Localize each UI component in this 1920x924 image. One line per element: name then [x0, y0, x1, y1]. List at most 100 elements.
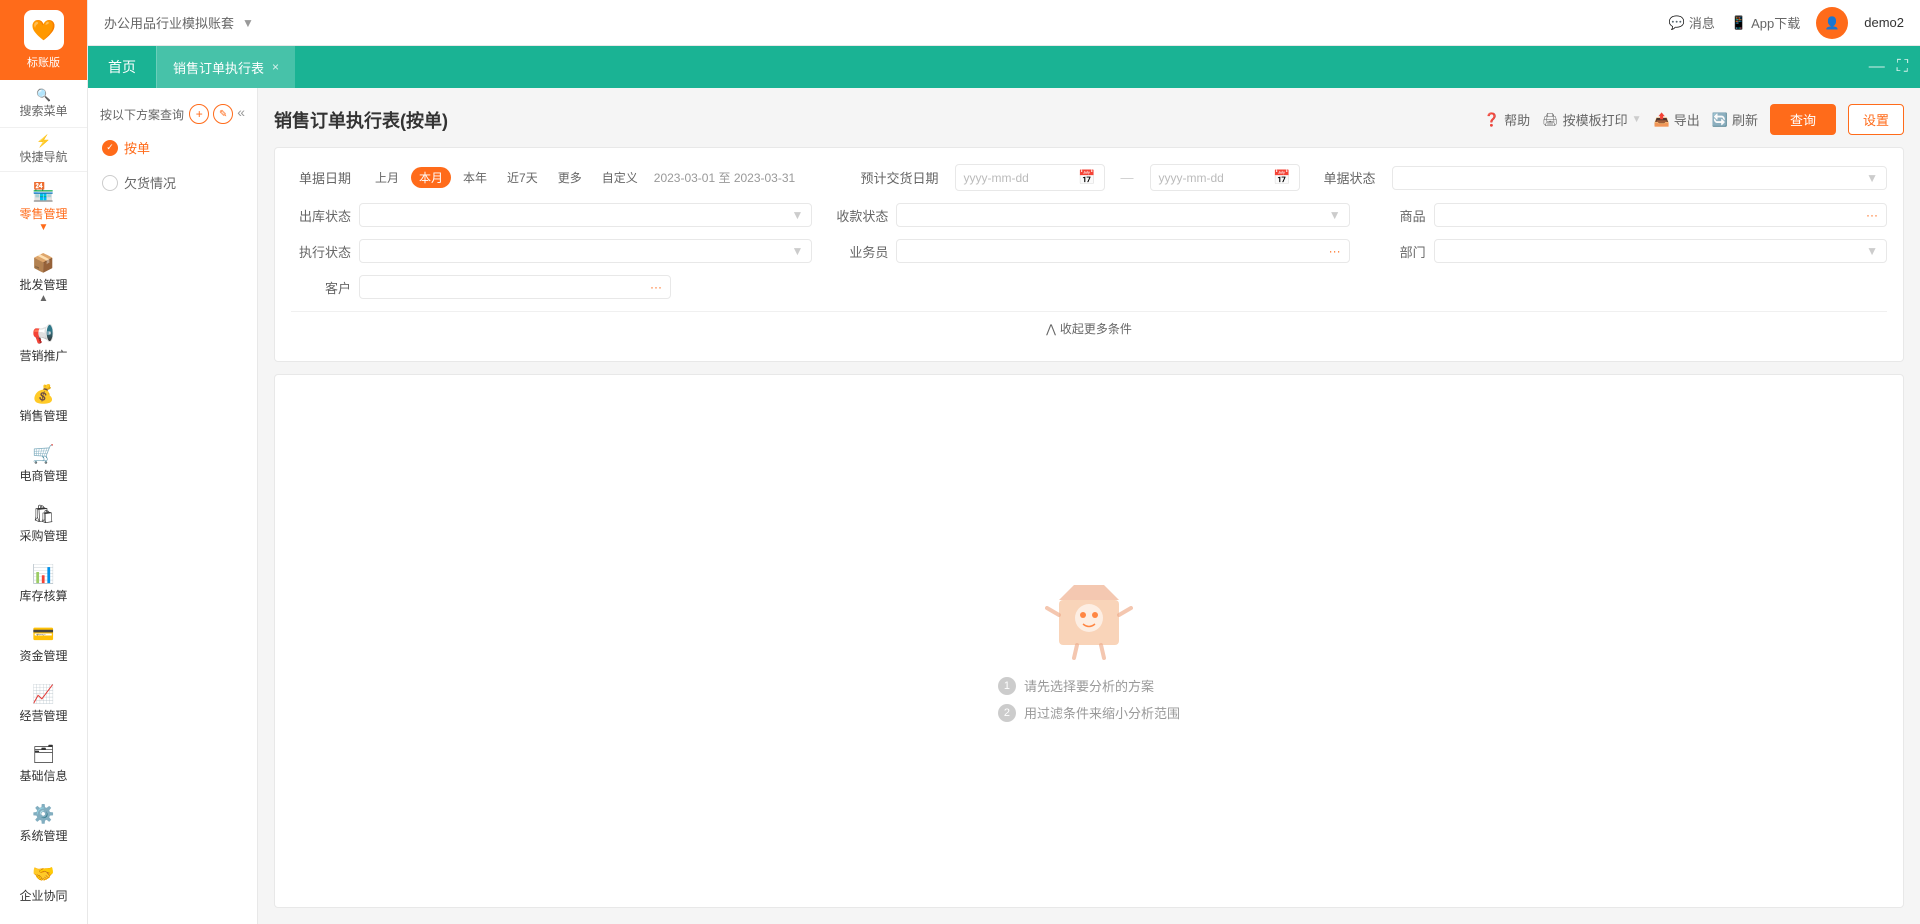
- dept-chevron: ▼: [1866, 244, 1878, 258]
- query-button[interactable]: 查询: [1770, 104, 1836, 135]
- tip-num-2: 2: [998, 704, 1016, 722]
- print-chevron[interactable]: ▼: [1632, 114, 1642, 125]
- expand-icon2: ▲: [39, 293, 49, 304]
- print-button[interactable]: 🖨 按模板打印 ▼: [1542, 110, 1641, 129]
- date-tab-custom[interactable]: 自定义: [594, 167, 646, 188]
- page-title: 销售订单执行表(按单): [274, 107, 448, 133]
- scheme-by-order[interactable]: ✓ 按单: [88, 130, 257, 165]
- enterprise-label: 企业协同: [19, 887, 67, 904]
- message-icon: 💬: [1669, 15, 1685, 31]
- sales-icon: 💰: [32, 384, 54, 405]
- top-header: 办公用品行业模拟账套 ▼ 💬 消息 📱 App下载 👤 demo2: [88, 0, 1920, 46]
- receipt-status-select[interactable]: ▼: [896, 203, 1349, 227]
- search-icon: 🔍: [36, 88, 51, 102]
- help-button[interactable]: ❓ 帮助: [1484, 110, 1530, 129]
- user-name[interactable]: demo2: [1864, 15, 1904, 30]
- sidebar-item-newbie[interactable]: 🌟 新手引导: [0, 914, 87, 924]
- salesperson-dots: ···: [1329, 244, 1341, 258]
- scheme-debt[interactable]: 欠货情况: [88, 165, 257, 200]
- date-tab-lastmonth[interactable]: 上月: [367, 167, 407, 188]
- sidebar-item-system[interactable]: ⚙️ 系统管理: [0, 794, 87, 854]
- retail-label: 零售管理: [19, 205, 67, 222]
- product-dots: ···: [1866, 208, 1878, 222]
- sidebar-quick-nav[interactable]: ⚡ 快捷导航: [0, 128, 87, 172]
- tab-sales-order[interactable]: 销售订单执行表 ×: [156, 46, 295, 88]
- sidebar-item-inventory[interactable]: 📊 库存核算: [0, 554, 87, 614]
- tab-home[interactable]: 首页: [88, 46, 156, 88]
- export-button[interactable]: 📤 导出: [1654, 110, 1700, 129]
- minimize-button[interactable]: —: [1869, 58, 1885, 76]
- out-status-select[interactable]: ▼: [359, 203, 812, 227]
- sidebar-item-operations[interactable]: 📈 经营管理: [0, 674, 87, 734]
- header-right: 💬 消息 📱 App下载 👤 demo2: [1669, 7, 1904, 39]
- suite-dropdown-icon[interactable]: ▼: [242, 16, 254, 30]
- ecommerce-icon: 🛒: [32, 444, 54, 465]
- dept-label: 部门: [1366, 242, 1426, 261]
- left-panel-title: 按以下方案查询: [100, 106, 184, 123]
- logo-icon: 🧡: [24, 10, 64, 50]
- sidebar-item-basic[interactable]: 🗂 基础信息: [0, 734, 87, 794]
- tab-bar: 首页 销售订单执行表 × — ⛶: [88, 46, 1920, 88]
- sidebar-search[interactable]: 🔍 搜索菜单: [0, 80, 87, 128]
- sidebar-item-wholesale[interactable]: 📦 批发管理 ▲: [0, 243, 87, 314]
- sidebar-item-finance[interactable]: 💳 资金管理: [0, 614, 87, 674]
- print-icon: 🖨: [1542, 112, 1559, 128]
- dept-select[interactable]: ▼: [1434, 239, 1887, 263]
- sidebar-item-sales[interactable]: 💰 销售管理: [0, 374, 87, 434]
- page-title-row: 销售订单执行表(按单) ❓ 帮助 🖨 按模板打印 ▼ 📤 导出: [274, 104, 1904, 135]
- logo-text: 标账版: [27, 54, 60, 70]
- operations-label: 经营管理: [19, 707, 67, 724]
- date-tab-thismonth[interactable]: 本月: [411, 167, 451, 188]
- receipt-status-section: 收款状态 ▼: [828, 203, 1349, 227]
- purchase-label: 采购管理: [19, 527, 67, 544]
- message-button[interactable]: 💬 消息: [1669, 13, 1715, 32]
- inactive-scheme-dot: [102, 175, 118, 191]
- salesperson-label: 业务员: [828, 242, 888, 261]
- tab-home-label: 首页: [108, 57, 136, 77]
- predict-date-start[interactable]: yyyy-mm-dd 📅: [955, 164, 1105, 191]
- customer-input[interactable]: ···: [359, 275, 671, 299]
- add-scheme-button[interactable]: +: [189, 104, 209, 124]
- sidebar-item-marketing[interactable]: 📢 营销推广: [0, 314, 87, 374]
- date-tab-thisyear[interactable]: 本年: [455, 167, 495, 188]
- collapse-row: ⋀ 收起更多条件: [291, 311, 1887, 345]
- user-avatar[interactable]: 👤: [1816, 7, 1848, 39]
- out-status-label: 出库状态: [291, 206, 351, 225]
- empty-tips: 1 请先选择要分析的方案 2 用过滤条件来缩小分析范围: [998, 676, 1180, 722]
- receipt-status-chevron: ▼: [1329, 208, 1341, 222]
- exec-status-select[interactable]: ▼: [359, 239, 812, 263]
- tip-text-2: 用过滤条件来缩小分析范围: [1024, 703, 1180, 722]
- sidebar-item-retail[interactable]: 🏪 零售管理 ▼: [0, 172, 87, 243]
- predict-date-label: 预计交货日期: [861, 168, 939, 187]
- product-section: 商品 ···: [1366, 203, 1887, 227]
- product-input[interactable]: ···: [1434, 203, 1887, 227]
- collapse-button[interactable]: ⋀ 收起更多条件: [1034, 316, 1144, 341]
- date-tab-more[interactable]: 更多: [550, 167, 590, 188]
- sidebar-item-ecommerce[interactable]: 🛒 电商管理: [0, 434, 87, 494]
- salesperson-input[interactable]: ···: [896, 239, 1349, 263]
- maximize-button[interactable]: ⛶: [1897, 58, 1908, 76]
- date-tabs: 上月 本月 本年 近7天 更多 自定义: [367, 167, 646, 188]
- collapse-panel-button[interactable]: «: [237, 104, 245, 124]
- edit-scheme-button[interactable]: ✎: [213, 104, 233, 124]
- filter-area: 单据日期 上月 本月 本年 近7天 更多 自定义 2023-03-01 至 20…: [274, 147, 1904, 362]
- calendar-icon-end: 📅: [1273, 169, 1290, 186]
- sidebar-item-purchase[interactable]: 🛍 采购管理: [0, 494, 87, 554]
- left-panel: 按以下方案查询 + ✎ « ✓ 按单 欠货情况: [88, 88, 258, 924]
- filter-row-1: 单据日期 上月 本月 本年 近7天 更多 自定义 2023-03-01 至 20…: [291, 164, 1887, 191]
- right-content: 销售订单执行表(按单) ❓ 帮助 🖨 按模板打印 ▼ 📤 导出: [258, 88, 1920, 924]
- purchase-icon: 🛍: [32, 504, 55, 525]
- order-status-chevron: ▼: [1866, 171, 1878, 185]
- predict-date-end[interactable]: yyyy-mm-dd 📅: [1150, 164, 1300, 191]
- operations-icon: 📈: [32, 684, 54, 705]
- sidebar-item-enterprise[interactable]: 🤝 企业协同: [0, 854, 87, 914]
- date-tab-7days[interactable]: 近7天: [499, 167, 546, 188]
- settings-button[interactable]: 设置: [1848, 104, 1904, 135]
- sales-label: 销售管理: [19, 407, 67, 424]
- app-download-button[interactable]: 📱 App下载: [1731, 13, 1800, 32]
- tab-close-icon[interactable]: ×: [272, 60, 279, 74]
- sidebar-logo[interactable]: 🧡 标账版: [0, 0, 87, 80]
- left-panel-header: 按以下方案查询 + ✎ «: [88, 98, 257, 130]
- refresh-button[interactable]: 🔄 刷新: [1712, 110, 1758, 129]
- order-status-select[interactable]: ▼: [1392, 166, 1888, 190]
